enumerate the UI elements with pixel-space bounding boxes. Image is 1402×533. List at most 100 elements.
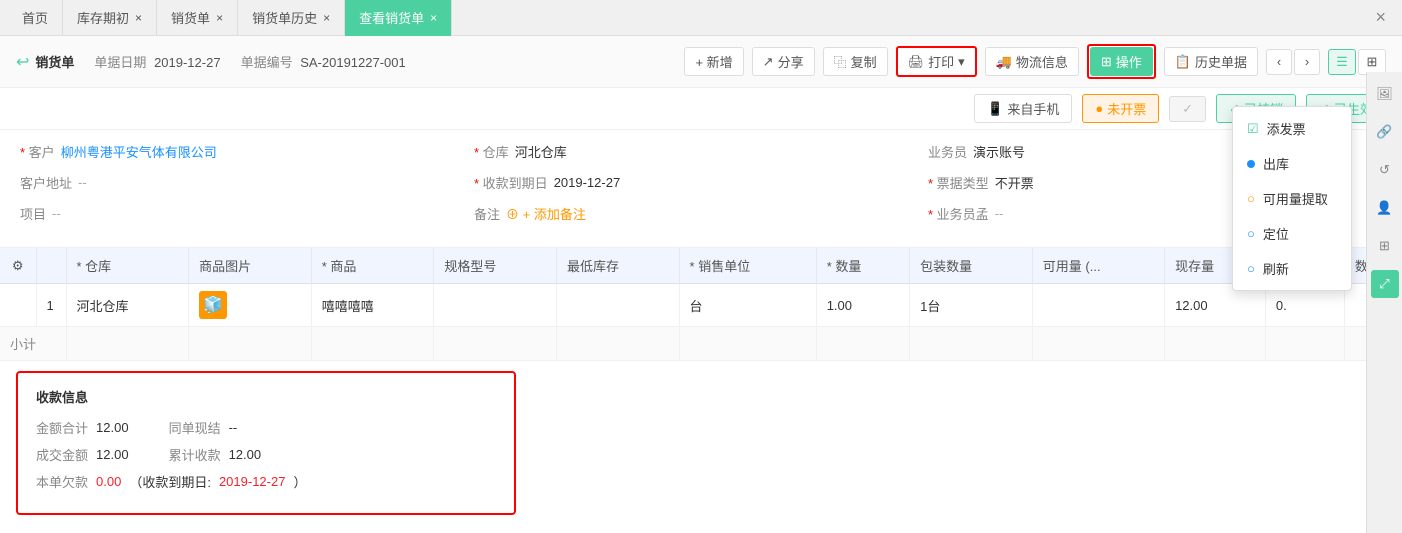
tab-home[interactable]: 首页 (8, 0, 63, 36)
subtotal-empty6 (679, 327, 816, 361)
due-label: 本单欠款 (36, 472, 88, 491)
tab-history[interactable]: 销货单历史 × (238, 0, 345, 36)
prev-arrow[interactable]: ‹ (1266, 49, 1292, 75)
doc-meta: 单据日期 2019-12-27 单据编号 SA-20191227-001 (94, 52, 684, 71)
copy-icon: ⿻ (834, 52, 847, 71)
share-button[interactable]: ↗ 分享 (752, 47, 815, 76)
locate-item[interactable]: ○ 定位 (1233, 216, 1351, 251)
col-available: 可用量 (... (1032, 248, 1164, 284)
available-qty-item[interactable]: ○ 可用量提取 (1233, 181, 1351, 216)
locate-icon: ○ (1247, 226, 1255, 241)
warehouse-field: 仓库 河北仓库 (474, 142, 928, 161)
tab-view-sales[interactable]: 查看销货单 × (345, 0, 452, 36)
available-qty-label: 可用量提取 (1263, 189, 1328, 208)
staff-label: 业务员 (928, 142, 967, 161)
subtotal-empty11 (1265, 327, 1344, 361)
history-button[interactable]: 📋 历史单据 (1164, 47, 1258, 76)
due-date: 2019-12-27 (219, 474, 286, 489)
img-icon: 🖼 (1376, 86, 1393, 102)
sidebar-img-icon[interactable]: 🖼 (1371, 80, 1399, 108)
number-label: 单据编号 SA-20191227-001 (241, 52, 406, 71)
copy-button[interactable]: ⿻ 复制 (823, 47, 888, 76)
grid-view-button[interactable]: ⊞ (1358, 49, 1386, 75)
warehouse-value: 河北仓库 (515, 142, 635, 161)
customer-label: 客户 (20, 142, 55, 161)
payment-date-field: 收款到期日 2019-12-27 (474, 173, 928, 192)
next-arrow[interactable]: › (1294, 49, 1320, 75)
available-icon: ○ (1247, 191, 1255, 206)
from-phone-button[interactable]: 📱 来自手机 (974, 94, 1072, 123)
note-label: 备注 (474, 204, 500, 223)
subtotal-empty9 (1032, 327, 1164, 361)
transaction-label: 成交金额 (36, 445, 88, 464)
print-button[interactable]: 🖨 打印 ▾ (896, 46, 977, 77)
payment-row-3: 本单欠款 0.00 （收款到期日: 2019-12-27 ） (36, 472, 496, 491)
subtotal-empty1 (66, 327, 189, 361)
address-label: 客户地址 (20, 173, 72, 192)
global-close-button[interactable]: × (1367, 7, 1394, 28)
form-row-3: 项目 -- 备注 ⊕ + 添加备注 业务员孟 -- (20, 204, 1382, 223)
tab-inventory[interactable]: 库存期初 × (63, 0, 157, 36)
project-value: -- (52, 206, 172, 221)
close-tab-sales[interactable]: × (216, 11, 223, 25)
locate-label: 定位 (1263, 224, 1289, 243)
due-item: 本单欠款 0.00 （收款到期日: 2019-12-27 ） (36, 472, 496, 491)
close-tab-inventory[interactable]: × (135, 11, 142, 25)
link-icon: 🔗 (1376, 124, 1392, 140)
refresh-item[interactable]: ○ 刷新 (1233, 251, 1351, 286)
table-row: 1 河北仓库 🧊 嘻嘻嘻嘻 台 1.00 1台 12.00 0. (0, 284, 1402, 327)
outbound-item[interactable]: 出库 (1233, 146, 1351, 181)
customer-value[interactable]: 柳州粤港平安气体有限公司 (61, 142, 217, 161)
status-bar: 📱 来自手机 ● 未开票 ✓ ✓ 已核销 ✓ 已生效 (0, 88, 1402, 130)
subtotal-label: 小计 (0, 327, 66, 361)
cumulative-item: 累计收款 12.00 (169, 445, 262, 464)
logistics-icon: 🚚 (996, 54, 1012, 70)
warehouse-label: 仓库 (474, 142, 509, 161)
checkbox-icon: ☑ (1247, 121, 1259, 137)
dot-icon: ● (1095, 101, 1103, 116)
add-note-link[interactable]: ⊕ + 添加备注 (506, 204, 626, 223)
due-value: 0.00 (96, 474, 121, 489)
outbound-label: 出库 (1263, 154, 1289, 173)
user-icon: 👤 (1376, 200, 1392, 216)
same-settlement-label: 同单现结 (169, 418, 221, 437)
view-toggle: ☰ ⊞ (1328, 49, 1386, 75)
payment-info-box: 收款信息 金额合计 12.00 同单现结 -- 成交金额 12.00 累计收款 … (16, 371, 516, 515)
note-field: 备注 ⊕ + 添加备注 (474, 204, 928, 223)
operations-button[interactable]: ⊞ 操作 (1090, 47, 1153, 76)
subtotal-empty5 (556, 327, 679, 361)
cell-spec (434, 284, 557, 327)
col-product: * 商品 (311, 248, 434, 284)
sidebar-table-icon[interactable]: ⊞ (1371, 232, 1399, 260)
subtotal-empty10 (1165, 327, 1266, 361)
not-opened-button[interactable]: ● 未开票 (1082, 94, 1159, 123)
add-invoice-item[interactable]: ☑ 添发票 (1233, 111, 1351, 146)
subtotal-row: 小计 (0, 327, 1402, 361)
sidebar-expand-icon[interactable]: ⤢ (1371, 270, 1399, 298)
list-view-button[interactable]: ☰ (1328, 49, 1356, 75)
cell-product: 嘻嘻嘻嘻 (311, 284, 434, 327)
form-row-1: 客户 柳州粤港平安气体有限公司 仓库 河北仓库 业务员 演示账号 (20, 142, 1382, 161)
share-icon: ↗ (763, 54, 774, 70)
staff-value: 演示账号 (973, 142, 1093, 161)
cell-quantity: 1.00 (816, 284, 909, 327)
cell-available (1032, 284, 1164, 327)
salesperson-value: -- (995, 206, 1115, 221)
customer-field: 客户 柳州粤港平安气体有限公司 (20, 142, 474, 161)
date-label: 单据日期 2019-12-27 (94, 52, 220, 71)
sidebar-rotate-icon[interactable]: ↺ (1371, 156, 1399, 184)
add-button[interactable]: + 新增 (684, 47, 743, 76)
doc-type-label: 销货单 (35, 52, 74, 71)
col-gear: ⚙ (0, 248, 36, 284)
address-field: 客户地址 -- (20, 173, 474, 192)
logistics-button[interactable]: 🚚 物流信息 (985, 47, 1079, 76)
col-warehouse: * 仓库 (66, 248, 189, 284)
sidebar-user-icon[interactable]: 👤 (1371, 194, 1399, 222)
due-end: ） (293, 472, 306, 491)
sidebar-link-icon[interactable]: 🔗 (1371, 118, 1399, 146)
close-tab-view[interactable]: × (430, 11, 437, 25)
close-tab-history[interactable]: × (323, 11, 330, 25)
subtotal-empty3 (311, 327, 434, 361)
doc-header: ↩ 销货单 单据日期 2019-12-27 单据编号 SA-20191227-0… (0, 36, 1402, 88)
tab-sales[interactable]: 销货单 × (157, 0, 238, 36)
